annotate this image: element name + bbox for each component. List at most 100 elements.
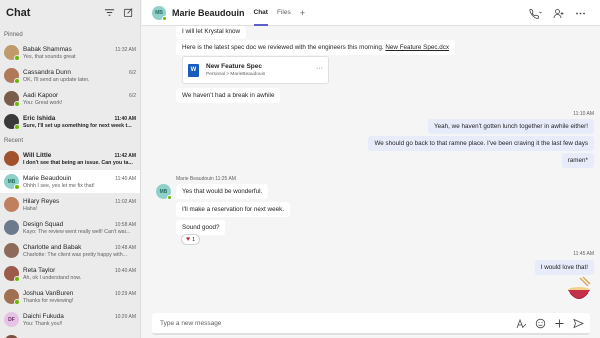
chat-time: 10:20 AM bbox=[114, 313, 136, 320]
tab-files[interactable]: Files bbox=[277, 0, 291, 26]
new-chat-icon[interactable] bbox=[123, 7, 134, 18]
chat-time: 10:29 AM bbox=[114, 290, 136, 297]
avatar bbox=[4, 220, 19, 235]
message-composer bbox=[152, 313, 590, 335]
message-text: Here is the latest spec doc we reviewed … bbox=[182, 44, 384, 51]
chat-time: 10:48 AM bbox=[114, 244, 136, 251]
chat-name: Reta Taylor bbox=[23, 266, 56, 274]
chat-list-item[interactable]: Reta Taylor 10:40 AM Ah, ok I understand n… bbox=[0, 262, 140, 285]
chat-list-item[interactable]: Cassandra Dunn 6/2 OK, I'll send an update… bbox=[0, 64, 140, 87]
message-incoming: Sound good? bbox=[176, 220, 226, 235]
message-incoming: I will let Krystal know bbox=[176, 26, 247, 39]
reaction-count: 1 bbox=[192, 236, 196, 243]
avatar: MB bbox=[4, 174, 20, 190]
chat-list-item-text: Aadi Kapoor 6/2 You: Great work! bbox=[23, 92, 136, 106]
presence-available-icon bbox=[14, 299, 20, 305]
send-icon[interactable] bbox=[573, 318, 584, 329]
chat-name: Will Little bbox=[23, 151, 52, 159]
file-more-options-icon[interactable]: ··· bbox=[316, 65, 323, 72]
message-timestamp: 11:45 AM bbox=[573, 251, 594, 257]
chat-preview: Yes, that sounds great bbox=[23, 53, 76, 60]
chat-list-panel: Chat Pinned Babak Shammas 11:32 AM Yes, th… bbox=[0, 0, 141, 338]
chat-list-item[interactable]: Kadji Bell10:02 AM bbox=[0, 331, 140, 338]
chat-preview: You: Thank you!! bbox=[23, 320, 63, 327]
chat-name: Design Squad bbox=[23, 220, 64, 228]
chat-list-item[interactable]: Will Little 11:42 AM I don't see that bein… bbox=[0, 147, 140, 170]
chat-time: 6/2 bbox=[129, 92, 136, 99]
message-outgoing: I would love that! bbox=[534, 260, 594, 275]
avatar[interactable]: MB bbox=[156, 184, 172, 200]
file-attachment-card[interactable]: W New Feature Spec Personal > MarieBeaud… bbox=[182, 56, 329, 84]
chat-list-item-text: Babak Shammas 11:32 AM Yes, that sounds gr… bbox=[23, 46, 136, 60]
file-location: Personal > MarieBeaudouin bbox=[206, 72, 266, 77]
avatar bbox=[4, 114, 20, 130]
chat-list-item[interactable]: DF Daichi Fukuda 10:20 AM You: Thank you!! bbox=[0, 308, 140, 331]
chat-list-item-text: Charlotte and Babak 10:48 AM Charlotte: Th… bbox=[23, 244, 136, 258]
heart-reaction[interactable]: ♥ 1 bbox=[181, 234, 201, 245]
chat-list-item[interactable]: Aadi Kapoor 6/2 You: Great work! bbox=[0, 87, 140, 110]
avatar bbox=[4, 68, 20, 84]
chat-preview: Ohhh I see, yes let me fix that! bbox=[23, 182, 95, 189]
avatar: DF bbox=[4, 312, 19, 327]
more-options-icon[interactable] bbox=[575, 8, 586, 19]
chat-list-item-text: Marie Beaudouin 11:40 AM Ohhh I see, yes l… bbox=[23, 175, 136, 189]
chat-list-item[interactable]: Eric Ishida 11:40 AM Sure, I'll set up som… bbox=[0, 110, 140, 133]
chat-list-item-text: Reta Taylor 10:40 AM Ah, ok I understand n… bbox=[23, 267, 136, 281]
chat-list-item-text: Daichi Fukuda 10:20 AM You: Thank you!! bbox=[23, 313, 136, 327]
chat-list-item-text: Joshua VanBuren 10:29 AM Thanks for review… bbox=[23, 290, 136, 304]
chat-list-item[interactable]: Design Squad 10:58 AM Kayo: The review wen… bbox=[0, 216, 140, 239]
emoji-icon[interactable] bbox=[535, 318, 546, 329]
recent-section-label: Recent bbox=[4, 138, 24, 144]
chat-list-item[interactable]: Charlotte and Babak 10:48 AM Charlotte: Th… bbox=[0, 239, 140, 262]
chat-preview: I don't see that being an issue. Can you… bbox=[23, 159, 133, 166]
add-tab-icon[interactable]: + bbox=[300, 8, 305, 18]
attach-add-icon[interactable] bbox=[554, 318, 565, 329]
chat-name: Joshua VanBuren bbox=[23, 289, 74, 297]
message-timestamp: 11:10 AM bbox=[573, 111, 594, 117]
filter-icon[interactable] bbox=[104, 7, 115, 18]
call-icon[interactable] bbox=[528, 8, 542, 19]
chat-list-item[interactable]: Joshua VanBuren 10:29 AM Thanks for review… bbox=[0, 285, 140, 308]
presence-available-icon bbox=[162, 15, 167, 21]
avatar bbox=[4, 91, 20, 107]
chat-preview: Kayo: The review went really well! Can't… bbox=[23, 228, 131, 235]
chat-list-item-text: Design Squad 10:58 AM Kayo: The review wen… bbox=[23, 221, 136, 235]
conversation-title: Marie Beaudouin bbox=[172, 7, 245, 18]
presence-available-icon bbox=[14, 101, 20, 107]
message-input[interactable] bbox=[160, 319, 490, 327]
message-list: I will let Krystal know Here is the late… bbox=[142, 26, 600, 309]
chat-list-item[interactable]: Hilary Reyes 11:02 AM Haha! bbox=[0, 193, 140, 216]
chat-list-item-text: Eric Ishida 11:40 AM Sure, I'll set up som… bbox=[23, 115, 136, 129]
tab-chat[interactable]: Chat bbox=[253, 0, 269, 26]
presence-available-icon bbox=[14, 78, 20, 84]
format-icon[interactable] bbox=[516, 318, 527, 329]
message-outgoing: ramen* bbox=[561, 153, 594, 168]
add-people-icon[interactable] bbox=[553, 8, 564, 19]
chat-name: Eric Ishida bbox=[23, 114, 56, 122]
presence-available-icon bbox=[14, 184, 20, 190]
chat-name: Hilary Reyes bbox=[23, 197, 60, 205]
message-sender-meta: Marie Beaudouin 11:25 AM bbox=[176, 176, 236, 182]
file-link[interactable]: New Feature Spec.dcx bbox=[385, 44, 449, 51]
heart-icon: ♥ bbox=[186, 236, 191, 243]
chat-list-item[interactable]: MB Marie Beaudouin 11:40 AM Ohhh I see, yes… bbox=[0, 170, 140, 193]
message-incoming: We haven't had a break in awhile bbox=[176, 88, 281, 103]
recent-chat-list: Will Little 11:42 AM I don't see that bein… bbox=[0, 147, 140, 338]
message-incoming: Here is the latest spec doc we reviewed … bbox=[176, 40, 456, 55]
chat-preview: Ah, ok I understand now. bbox=[23, 274, 82, 281]
avatar bbox=[4, 243, 19, 258]
chat-list-item-text: Will Little 11:42 AM I don't see that bein… bbox=[23, 152, 136, 166]
chat-list-item-text: Cassandra Dunn 6/2 OK, I'll send an update… bbox=[23, 69, 136, 83]
avatar-initials: DF bbox=[8, 316, 15, 323]
chat-preview: Sure, I'll set up something for next wee… bbox=[23, 122, 132, 129]
avatar bbox=[4, 151, 19, 166]
chat-name: Marie Beaudouin bbox=[23, 174, 72, 182]
avatar[interactable]: MB bbox=[152, 5, 167, 21]
presence-available-icon bbox=[14, 276, 20, 282]
presence-available-icon bbox=[167, 195, 172, 200]
chat-list-item[interactable]: Babak Shammas 11:32 AM Yes, that sounds gr… bbox=[0, 41, 140, 64]
chat-time: 11:32 AM bbox=[115, 46, 136, 53]
avatar bbox=[4, 266, 20, 282]
chat-time: 10:58 AM bbox=[114, 221, 136, 228]
avatar bbox=[4, 289, 20, 305]
